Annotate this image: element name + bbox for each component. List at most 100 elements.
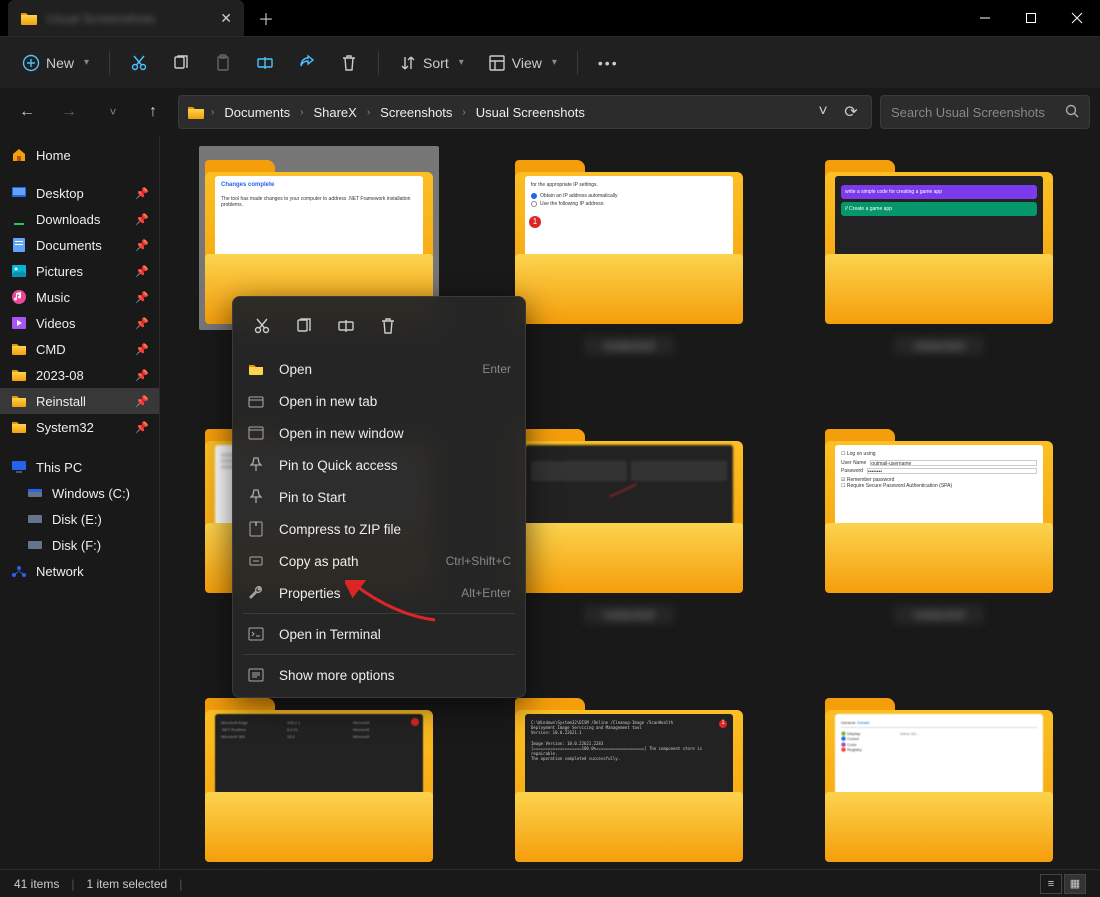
search-icon	[1065, 104, 1079, 121]
ctx-copy-path[interactable]: Copy as pathCtrl+Shift+C	[233, 545, 525, 577]
sidebar-item-home[interactable]: Home	[0, 142, 159, 168]
item-label: redacted	[584, 605, 675, 624]
sidebar-drive-f[interactable]: Disk (F:)	[0, 532, 159, 558]
rename-button[interactable]	[246, 45, 284, 81]
status-bar: 41 items | 1 item selected | ≡ ▦	[0, 869, 1100, 897]
more-button[interactable]: •••	[588, 45, 629, 81]
ctx-open[interactable]: OpenEnter	[233, 353, 525, 385]
ctx-compress[interactable]: Compress to ZIP file	[233, 513, 525, 545]
sidebar-label: CMD	[36, 342, 66, 357]
pin-icon: 📌	[135, 369, 149, 382]
ctx-show-more[interactable]: Show more options	[233, 659, 525, 691]
sidebar-label: Reinstall	[36, 394, 86, 409]
item-label: redacted	[894, 336, 985, 355]
recent-button[interactable]: ˅	[94, 95, 128, 129]
close-button[interactable]	[1054, 0, 1100, 36]
breadcrumb-segment[interactable]: Screenshots	[376, 103, 456, 122]
drive-icon	[26, 511, 44, 527]
ctx-label: Compress to ZIP file	[279, 522, 401, 537]
thumbnail-preview: C:\Windows\System32\DISM /Online /Cleanu…	[525, 714, 733, 804]
ctx-shortcut: Ctrl+Shift+C	[446, 554, 511, 568]
share-button[interactable]	[288, 45, 326, 81]
sidebar-item-videos[interactable]: Videos📌	[0, 310, 159, 336]
forward-button[interactable]: →	[52, 95, 86, 129]
sidebar-item-downloads[interactable]: Downloads📌	[0, 206, 159, 232]
minimize-button[interactable]	[962, 0, 1008, 36]
ctx-label: Pin to Start	[279, 490, 346, 505]
ctx-pin-start[interactable]: Pin to Start	[233, 481, 525, 513]
videos-icon	[10, 315, 28, 331]
up-button[interactable]: ↑	[136, 95, 170, 129]
sidebar-item-music[interactable]: Music📌	[0, 284, 159, 310]
ctx-open-new-window[interactable]: Open in new window	[233, 417, 525, 449]
ctx-terminal[interactable]: Open in Terminal	[233, 618, 525, 650]
folder-item[interactable]: for the appropriate IP settings. Obtain …	[494, 146, 764, 355]
search-input[interactable]: Search Usual Screenshots	[880, 95, 1090, 129]
breadcrumb-segment[interactable]: Documents	[220, 103, 294, 122]
status-count: 41 items	[14, 877, 59, 891]
context-menu: OpenEnter Open in new tab Open in new wi…	[232, 296, 526, 698]
ctx-properties[interactable]: PropertiesAlt+Enter	[233, 577, 525, 609]
ctx-pin-quick[interactable]: Pin to Quick access	[233, 449, 525, 481]
sidebar-item-2023-08[interactable]: 2023-08📌	[0, 362, 159, 388]
sidebar-item-documents[interactable]: Documents📌	[0, 232, 159, 258]
tab-title: Usual Screenshots	[46, 11, 212, 26]
details-view-button[interactable]: ≡	[1040, 874, 1062, 894]
breadcrumb-segment[interactable]: Usual Screenshots	[472, 103, 589, 122]
ctx-rename-button[interactable]	[329, 309, 363, 343]
delete-button[interactable]	[330, 45, 368, 81]
sidebar-item-system32[interactable]: System32📌	[0, 414, 159, 440]
cut-button[interactable]	[120, 45, 158, 81]
breadcrumb-segment[interactable]: ShareX	[309, 103, 360, 122]
sidebar-item-desktop[interactable]: Desktop 📌	[0, 180, 159, 206]
delete-icon	[340, 54, 358, 72]
chevron-right-icon: ›	[211, 107, 214, 118]
view-label: View	[512, 55, 542, 71]
sidebar-label: Videos	[36, 316, 76, 331]
ctx-cut-button[interactable]	[245, 309, 279, 343]
sidebar-item-reinstall[interactable]: Reinstall📌	[0, 388, 159, 414]
window-tab[interactable]: Usual Screenshots ✕	[8, 0, 244, 36]
folder-item[interactable]: write a simple code for creating a game …	[804, 146, 1074, 355]
address-dropdown-button[interactable]: ˅	[811, 100, 835, 124]
folder-item[interactable]: GeneralDetails 🟢 Display🔵 Cursor🟣 Color🔴…	[804, 684, 1074, 869]
copy-button[interactable]	[162, 45, 200, 81]
rename-icon	[256, 54, 274, 72]
folder-item[interactable]: Microsoft Edge105.2.1Microsoft .NET Runt…	[184, 684, 454, 869]
sidebar-item-cmd[interactable]: CMD📌	[0, 336, 159, 362]
new-tab-button[interactable]: ＋	[244, 6, 288, 30]
chevron-down-icon: ˅	[109, 105, 116, 119]
chevron-right-icon: ›	[367, 107, 370, 118]
sidebar-label: Windows (C:)	[52, 486, 130, 501]
chevron-right-icon: ›	[462, 107, 465, 118]
sidebar-item-thispc[interactable]: This PC	[0, 454, 159, 480]
maximize-button[interactable]	[1008, 0, 1054, 36]
pin-icon: 📌	[135, 187, 149, 200]
sidebar-label: Desktop	[36, 186, 84, 201]
sidebar-item-network[interactable]: Network	[0, 558, 159, 584]
ctx-copy-button[interactable]	[287, 309, 321, 343]
address-bar[interactable]: › Documents › ShareX › Screenshots › Usu…	[178, 95, 872, 129]
sidebar-drive-e[interactable]: Disk (E:)	[0, 506, 159, 532]
sidebar-item-pictures[interactable]: Pictures📌	[0, 258, 159, 284]
folder-item[interactable]: ☐ Log on using User Nameoutmail-username…	[804, 415, 1074, 624]
thumbnails-view-button[interactable]: ▦	[1064, 874, 1086, 894]
ctx-delete-button[interactable]	[371, 309, 405, 343]
desktop-icon	[10, 185, 28, 201]
folder-item[interactable]: C:\Windows\System32\DISM /Online /Cleanu…	[494, 684, 764, 869]
refresh-button[interactable]: ⟳	[839, 100, 863, 124]
ctx-label: Pin to Quick access	[279, 458, 398, 473]
sidebar-drive-c[interactable]: Windows (C:)	[0, 480, 159, 506]
close-tab-icon[interactable]: ✕	[220, 10, 232, 27]
sort-button[interactable]: Sort ▾	[389, 45, 474, 81]
paste-button[interactable]	[204, 45, 242, 81]
back-button[interactable]: ←	[10, 95, 44, 129]
ctx-label: Open in new tab	[279, 394, 377, 409]
view-button[interactable]: View ▾	[478, 45, 567, 81]
folder-item[interactable]: redacted	[494, 415, 764, 624]
thumbnail-preview: write a simple code for creating a game …	[835, 176, 1043, 266]
new-button[interactable]: New ▾	[12, 45, 99, 81]
sidebar-label: Documents	[36, 238, 102, 253]
music-icon	[10, 289, 28, 305]
ctx-open-new-tab[interactable]: Open in new tab	[233, 385, 525, 417]
